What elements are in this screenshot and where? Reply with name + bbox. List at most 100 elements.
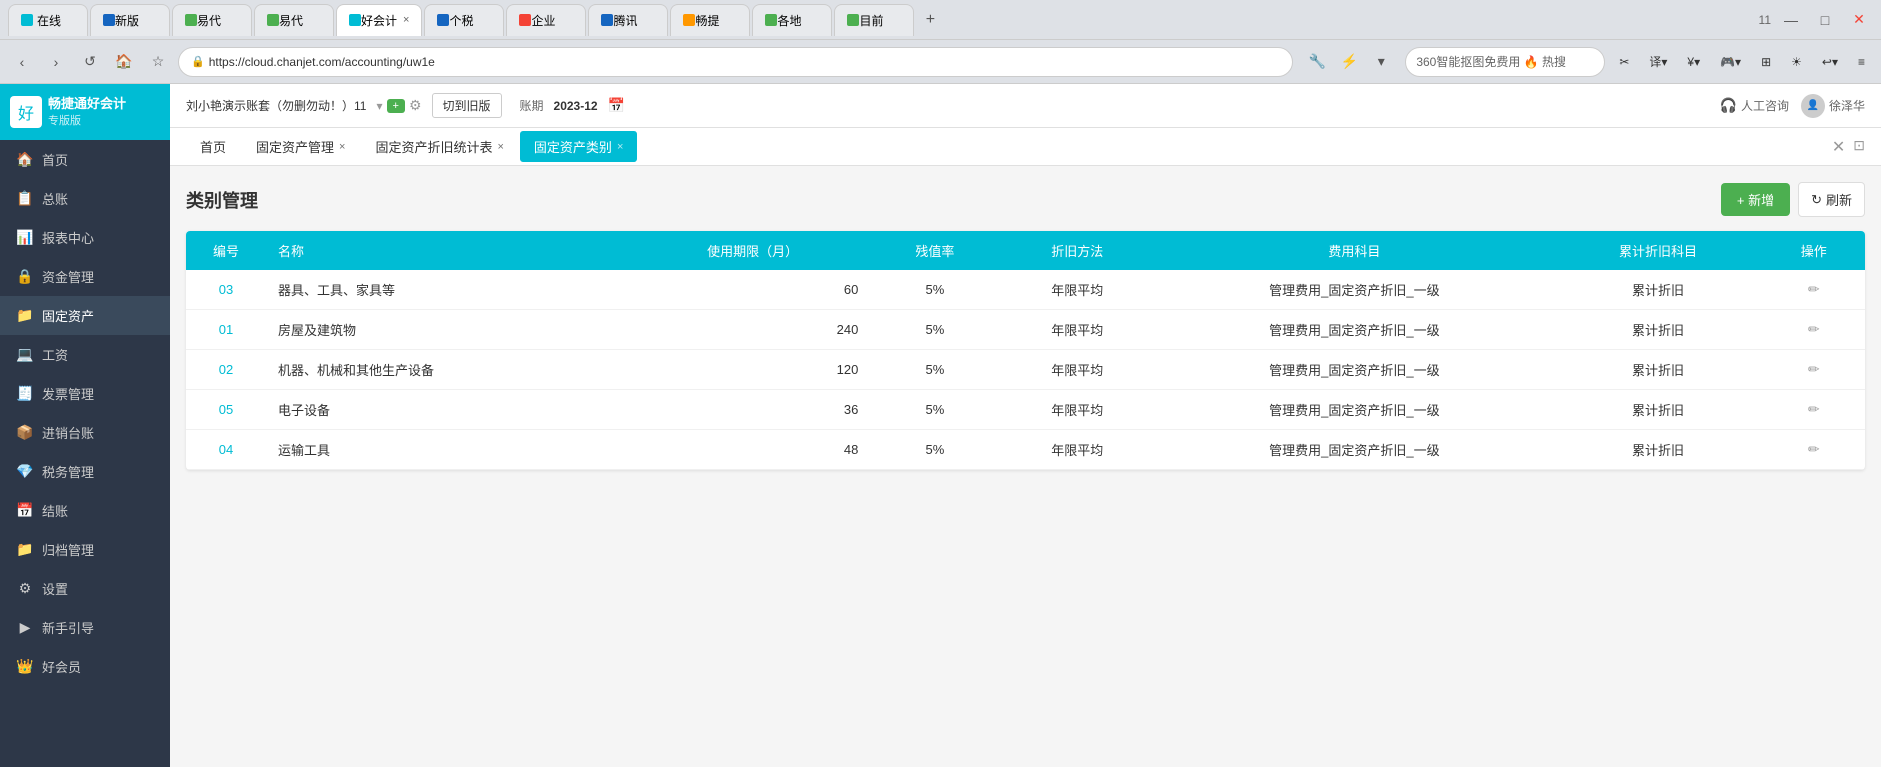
home-button[interactable]: 🏠: [110, 48, 138, 76]
browser-tab-muqian[interactable]: 目前: [834, 4, 914, 36]
grid-tool[interactable]: ⊞: [1753, 51, 1779, 73]
browser-tools: 🔧 ⚡ ▾: [1303, 48, 1395, 76]
sidebar-item-general-ledger[interactable]: 📋 总账: [0, 179, 170, 218]
cell-action-4[interactable]: ✏: [1763, 430, 1866, 470]
new-tab-button[interactable]: +: [916, 6, 944, 34]
cell-expense-0: 管理费用_固定资产折旧_一级: [1155, 270, 1553, 310]
tax-icon: 💎: [16, 463, 34, 481]
coin-tool[interactable]: ¥▾: [1679, 51, 1708, 73]
new-tag-button[interactable]: +: [387, 99, 405, 113]
refresh-button[interactable]: ↻ 刷新: [1798, 182, 1865, 217]
tab-depreciation-table[interactable]: 固定资产折旧统计表 ×: [361, 131, 517, 162]
browser-tab-changt[interactable]: 畅提: [670, 4, 750, 36]
cell-action-0[interactable]: ✏: [1763, 270, 1866, 310]
game-tool[interactable]: 🎮▾: [1712, 51, 1749, 73]
browser-tab-haokuai[interactable]: 好会计 ×: [336, 4, 422, 36]
consult-button[interactable]: 🎧 人工咨询: [1720, 97, 1789, 114]
cell-action-2[interactable]: ✏: [1763, 350, 1866, 390]
period-label: 账期: [520, 97, 544, 114]
cell-period-2: 120: [635, 350, 871, 390]
edit-icon-0[interactable]: ✏: [1808, 281, 1820, 297]
sidebar-item-label-guide: 新手引导: [42, 618, 94, 637]
edit-icon-4[interactable]: ✏: [1808, 441, 1820, 457]
user-menu[interactable]: 👤 徐泽华: [1801, 94, 1865, 118]
translate-tool[interactable]: 译▾: [1641, 49, 1675, 74]
tab-asset-category[interactable]: 固定资产类别 ×: [520, 131, 637, 162]
tab-close-depr[interactable]: ×: [497, 141, 503, 153]
headset-icon: 🎧: [1720, 97, 1737, 114]
tab-label: 个税: [449, 12, 473, 29]
sidebar-item-archive[interactable]: 📁 归档管理: [0, 530, 170, 569]
close-content-icon[interactable]: ✕: [1832, 137, 1845, 157]
calendar-icon-header[interactable]: 📅: [608, 97, 625, 114]
undo-tool[interactable]: ↩▾: [1814, 51, 1846, 73]
header-right: 🎧 人工咨询 👤 徐泽华: [1720, 94, 1865, 118]
browser-tab-yidai2[interactable]: 易代: [254, 4, 334, 36]
close-window-button[interactable]: ✕: [1845, 6, 1873, 34]
add-button[interactable]: + 新增: [1721, 183, 1790, 216]
browser-tab-tengxun[interactable]: 腾讯: [588, 4, 668, 36]
cell-code-3: 05: [186, 390, 266, 430]
tab-close-icon[interactable]: ×: [403, 14, 409, 26]
sidebar-item-home[interactable]: 🏠 首页: [0, 140, 170, 179]
tab-favicon: [349, 14, 361, 26]
col-method: 折旧方法: [999, 231, 1155, 270]
table-row: 04 运输工具 48 5% 年限平均 管理费用_固定资产折旧_一级 累计折旧 ✏: [186, 430, 1865, 470]
address-bar[interactable]: 🔒 https://cloud.chanjet.com/accounting/u…: [178, 47, 1293, 77]
sidebar-item-close-period[interactable]: 📅 结账: [0, 491, 170, 530]
tab-close-mgmt[interactable]: ×: [339, 141, 345, 153]
minimize-button[interactable]: —: [1777, 6, 1805, 34]
cell-expense-4: 管理费用_固定资产折旧_一级: [1155, 430, 1553, 470]
forward-button[interactable]: ›: [42, 48, 70, 76]
tab-home[interactable]: 首页: [186, 131, 240, 162]
browser-tab-geshui[interactable]: 个税: [424, 4, 504, 36]
cell-expense-1: 管理费用_固定资产折旧_一级: [1155, 310, 1553, 350]
switch-view-button[interactable]: 切到旧版: [432, 93, 502, 118]
expand-content-icon[interactable]: ⊡: [1853, 137, 1865, 157]
tab-close-category[interactable]: ×: [617, 141, 623, 153]
dropdown-icon: ▾: [376, 99, 382, 113]
play-icon: ▶: [16, 619, 34, 637]
sun-tool[interactable]: ☀: [1783, 51, 1810, 73]
edit-icon-2[interactable]: ✏: [1808, 361, 1820, 377]
sidebar-item-reports[interactable]: 📊 报表中心: [0, 218, 170, 257]
settings-icon-header[interactable]: ⚙: [409, 97, 422, 114]
browser-tab-yidai1[interactable]: 易代: [172, 4, 252, 36]
cut-tool[interactable]: ✂: [1611, 51, 1637, 73]
tab-favicon: [601, 14, 613, 26]
search-box[interactable]: 360智能抠图免费用 🔥 热搜: [1405, 47, 1605, 77]
browser-tab-new[interactable]: 新版: [90, 4, 170, 36]
cell-action-1[interactable]: ✏: [1763, 310, 1866, 350]
sidebar-logo: 好 畅捷通好会计 专版版: [0, 84, 170, 140]
back-button[interactable]: ‹: [8, 48, 36, 76]
cell-action-3[interactable]: ✏: [1763, 390, 1866, 430]
dropdown-trigger[interactable]: ▾ + ⚙: [376, 97, 421, 114]
reload-button[interactable]: ↺: [76, 48, 104, 76]
sidebar-item-invoice[interactable]: 🧾 发票管理: [0, 374, 170, 413]
dropdown-button[interactable]: ▾: [1367, 48, 1395, 76]
sidebar-item-tax[interactable]: 💎 税务管理: [0, 452, 170, 491]
edit-icon-1[interactable]: ✏: [1808, 321, 1820, 337]
browser-tab-gedi[interactable]: 各地: [752, 4, 832, 36]
sidebar-item-member[interactable]: 👑 好会员: [0, 647, 170, 686]
sidebar-item-fixed-assets[interactable]: 📁 固定资产: [0, 296, 170, 335]
cell-name-1: 房屋及建筑物: [266, 310, 635, 350]
maximize-button[interactable]: □: [1811, 6, 1839, 34]
sidebar-item-funds[interactable]: 🔒 资金管理: [0, 257, 170, 296]
bookmark-button[interactable]: ☆: [144, 48, 172, 76]
browser-tab-online[interactable]: 在线: [8, 4, 88, 36]
extensions-button[interactable]: 🔧: [1303, 48, 1331, 76]
lightning-button[interactable]: ⚡: [1335, 48, 1363, 76]
sidebar-item-guide[interactable]: ▶ 新手引导: [0, 608, 170, 647]
tab-favicon: [519, 14, 531, 26]
browser-tab-qiye[interactable]: 企业: [506, 4, 586, 36]
stock-icon: 📦: [16, 424, 34, 442]
sidebar-item-salary[interactable]: 💻 工资: [0, 335, 170, 374]
sidebar-item-settings[interactable]: ⚙ 设置: [0, 569, 170, 608]
menu-tool[interactable]: ≡: [1850, 51, 1873, 73]
sidebar-item-stock[interactable]: 📦 进销台账: [0, 413, 170, 452]
table-row: 01 房屋及建筑物 240 5% 年限平均 管理费用_固定资产折旧_一级 累计折…: [186, 310, 1865, 350]
chart-icon: 📊: [16, 229, 34, 247]
edit-icon-3[interactable]: ✏: [1808, 401, 1820, 417]
tab-fixed-assets-mgmt[interactable]: 固定资产管理 ×: [242, 131, 359, 162]
